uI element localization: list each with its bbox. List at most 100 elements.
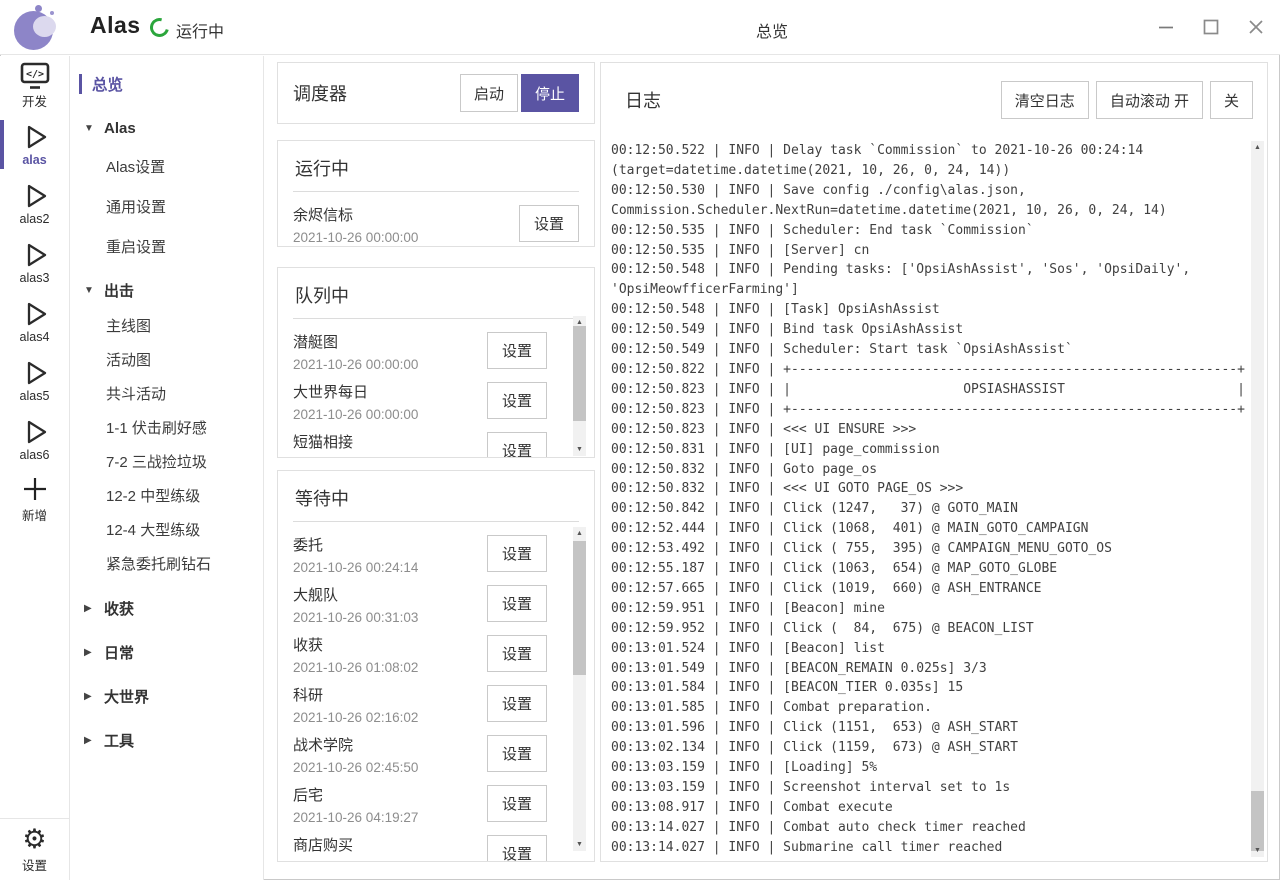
rail-item-label: alas	[22, 153, 46, 167]
rail-item-alas6[interactable]: alas6	[0, 410, 69, 469]
rail-item-alas5[interactable]: alas5	[0, 351, 69, 410]
queue-panel: 队列中 潜艇图 2021-10-26 00:00:00 设置 大世界每日 202…	[277, 267, 595, 458]
task-settings-button[interactable]: 设置	[487, 635, 547, 672]
scroll-down-icon[interactable]: ▼	[1251, 844, 1264, 857]
log-line: 00:12:50.548 | INFO | [Task] OpsiAshAssi…	[611, 300, 1245, 320]
nav-group-alas[interactable]: ▼ Alas	[70, 110, 263, 146]
log-off-button[interactable]: 关	[1210, 81, 1253, 119]
scroll-up-icon[interactable]: ▲	[573, 527, 586, 540]
log-line: 00:12:50.823 | INFO | +-----------------…	[611, 400, 1245, 420]
nav-group-tools[interactable]: ▶ 工具	[70, 718, 263, 762]
task-settings-button[interactable]: 设置	[519, 205, 579, 242]
scrollbar-thumb[interactable]	[1251, 791, 1264, 851]
task-settings-button[interactable]: 设置	[487, 332, 547, 369]
task-settings-button[interactable]: 设置	[487, 585, 547, 622]
log-line: 00:12:55.187 | INFO | Click (1063, 654) …	[611, 559, 1245, 579]
autoscroll-toggle-button[interactable]: 自动滚动 开	[1096, 81, 1203, 119]
log-line: 00:12:50.831 | INFO | [UI] page_commissi…	[611, 440, 1245, 460]
nav-item-label: 总览	[92, 73, 123, 95]
stop-button[interactable]: 停止	[521, 74, 579, 112]
log-line: 00:13:01.596 | INFO | Click (1151, 653) …	[611, 718, 1245, 738]
rail-item-settings[interactable]: ⚙ 设置	[0, 818, 69, 880]
task-settings-button[interactable]: 设置	[487, 432, 547, 458]
log-line: 00:12:50.549 | INFO | Bind task OpsiAshA…	[611, 320, 1245, 340]
task-row: 科研 2021-10-26 02:16:02 设置	[293, 680, 579, 730]
nav-item-main-map[interactable]: 主线图	[70, 308, 263, 342]
task-settings-button[interactable]: 设置	[487, 382, 547, 419]
play-icon	[20, 181, 50, 211]
task-row: 大世界每日 2021-10-26 00:00:00 设置	[293, 377, 579, 427]
task-settings-button[interactable]: 设置	[487, 535, 547, 572]
log-line: 'OpsiMeowfficerFarming']	[611, 280, 1245, 300]
close-icon[interactable]	[1246, 17, 1266, 37]
nav-item-1-1[interactable]: 1-1 伏击刷好感	[70, 410, 263, 444]
log-line: 00:12:50.535 | INFO | [Server] cn	[611, 241, 1245, 261]
title-bar: Alas 运行中 总览	[0, 0, 1280, 55]
task-row: 后宅 2021-10-26 04:19:27 设置	[293, 780, 579, 830]
nav-group-label: 出击	[104, 280, 134, 301]
clear-log-button[interactable]: 清空日志	[1001, 81, 1089, 119]
scroll-down-icon[interactable]: ▼	[573, 838, 586, 851]
nav-group-label: 收获	[104, 598, 134, 619]
active-indicator	[79, 74, 82, 94]
log-scrollbar[interactable]: ▲ ▼	[1251, 141, 1264, 857]
nav-item-general-settings[interactable]: 通用设置	[70, 186, 263, 226]
svg-text:</>: </>	[25, 69, 43, 80]
log-panel: 日志 清空日志 自动滚动 开 关 00:12:50.522 | INFO | D…	[600, 62, 1268, 862]
nav-group-daily[interactable]: ▶ 日常	[70, 630, 263, 674]
log-line: 00:12:59.951 | INFO | [Beacon] mine	[611, 599, 1245, 619]
log-line: 00:12:50.823 | INFO | <<< UI ENSURE >>>	[611, 420, 1245, 440]
nav-item-12-4[interactable]: 12-4 大型练级	[70, 512, 263, 546]
rail-item-label: 新增	[22, 505, 47, 524]
rail-item-add[interactable]: 新增	[0, 469, 69, 528]
rail-item-alas3[interactable]: alas3	[0, 233, 69, 292]
task-settings-button[interactable]: 设置	[487, 685, 547, 722]
nav-item-12-2[interactable]: 12-2 中型练级	[70, 478, 263, 512]
task-row: 余烬信标 2021-10-26 00:00:00 设置	[293, 200, 579, 247]
nav-group-opsi[interactable]: ▶ 大世界	[70, 674, 263, 718]
log-line: 00:12:50.842 | INFO | Click (1247, 37) @…	[611, 499, 1245, 519]
rail-item-alas2[interactable]: alas2	[0, 174, 69, 233]
waiting-scrollbar[interactable]: ▲ ▼	[573, 527, 586, 851]
rail-item-label: alas3	[20, 271, 50, 285]
nav-group-reward[interactable]: ▶ 收获	[70, 586, 263, 630]
maximize-icon[interactable]	[1201, 17, 1221, 37]
rail-item-alas[interactable]: alas	[0, 115, 69, 174]
nav-item-overview[interactable]: 总览	[70, 66, 263, 102]
log-line: 00:12:50.823 | INFO | | OPSIASHASSIST |	[611, 380, 1245, 400]
nav-item-restart-settings[interactable]: 重启设置	[70, 226, 263, 266]
log-line: 00:12:50.549 | INFO | Scheduler: Start t…	[611, 340, 1245, 360]
task-settings-button[interactable]: 设置	[487, 735, 547, 772]
scroll-up-icon[interactable]: ▲	[1251, 141, 1264, 154]
window-title: 总览	[756, 18, 788, 42]
scroll-down-icon[interactable]: ▼	[573, 443, 586, 456]
minimize-icon[interactable]	[1156, 17, 1176, 37]
rail-item-dev[interactable]: </> 开发	[0, 56, 69, 115]
nav-item-urgent-commission[interactable]: 紧急委托刷钻石	[70, 546, 263, 580]
log-output: 00:12:50.522 | INFO | Delay task `Commis…	[611, 141, 1245, 855]
scrollbar-thumb[interactable]	[573, 541, 586, 675]
task-settings-button[interactable]: 设置	[487, 835, 547, 862]
scrollbar-thumb[interactable]	[573, 326, 586, 421]
play-icon	[20, 358, 50, 388]
nav-item-7-2[interactable]: 7-2 三战捡垃圾	[70, 444, 263, 478]
rail-item-alas4[interactable]: alas4	[0, 292, 69, 351]
nav-item-alas-settings[interactable]: Alas设置	[70, 146, 263, 186]
app-logo-icon	[12, 4, 60, 52]
task-settings-button[interactable]: 设置	[487, 785, 547, 822]
nav-group-label: 日常	[104, 642, 134, 663]
running-panel: 运行中 余烬信标 2021-10-26 00:00:00 设置	[277, 140, 595, 247]
log-line: 00:13:01.549 | INFO | [BEACON_REMAIN 0.0…	[611, 659, 1245, 679]
log-line: 00:13:08.917 | INFO | Combat execute	[611, 798, 1245, 818]
app-title: Alas	[90, 12, 141, 39]
nav-group-sortie[interactable]: ▼ 出击	[70, 272, 263, 308]
chevron-right-icon: ▶	[84, 735, 96, 746]
log-line: 00:12:50.530 | INFO | Save config ./conf…	[611, 181, 1245, 201]
log-title: 日志	[625, 87, 661, 113]
nav-item-coalition[interactable]: 共斗活动	[70, 376, 263, 410]
log-line: 00:12:52.444 | INFO | Click (1068, 401) …	[611, 519, 1245, 539]
start-button[interactable]: 启动	[460, 74, 518, 112]
scheduler-panel: 调度器 启动 停止	[277, 62, 595, 124]
nav-item-event-map[interactable]: 活动图	[70, 342, 263, 376]
queue-scrollbar[interactable]: ▲ ▼	[573, 316, 586, 456]
